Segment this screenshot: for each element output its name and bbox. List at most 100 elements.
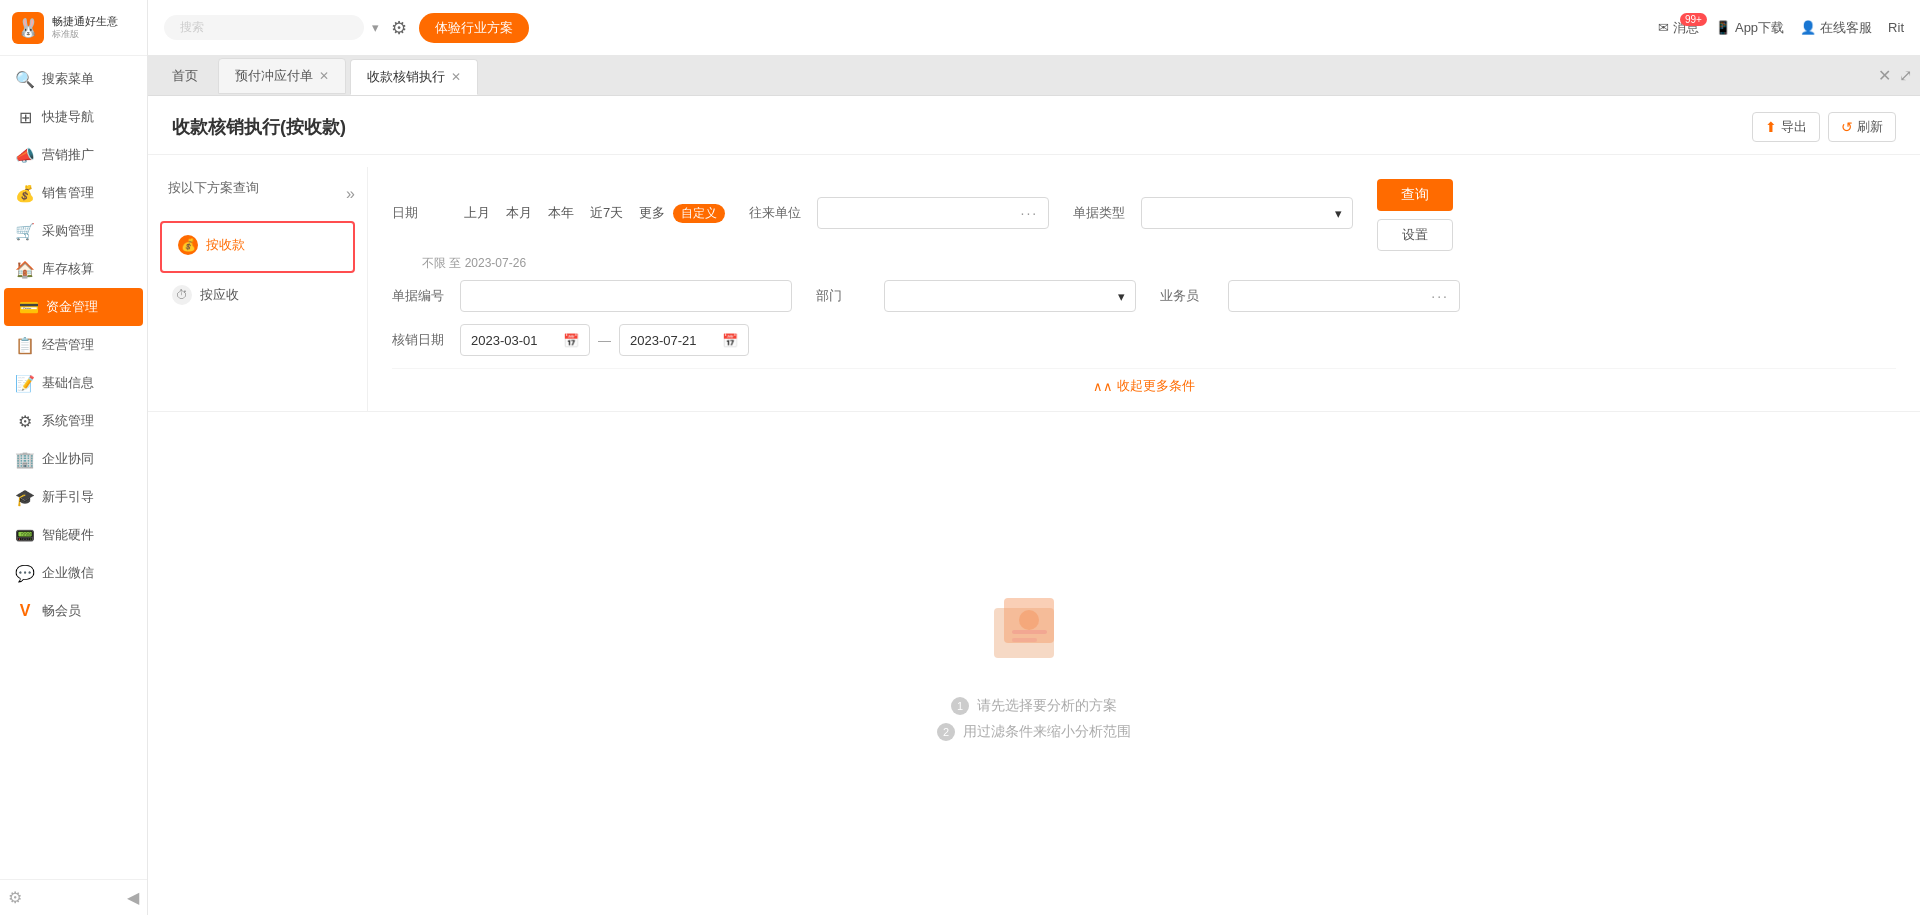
sidebar-label-member: 畅会员 (42, 602, 81, 620)
last-7days-btn[interactable]: 近7天 (590, 204, 623, 222)
dept-select[interactable]: ▾ (884, 280, 1136, 312)
industry-btn[interactable]: 体验行业方案 (419, 13, 529, 43)
this-month-btn[interactable]: 本月 (506, 204, 532, 222)
close-tab-icon[interactable]: ✕ (1878, 66, 1891, 85)
sidebar-item-inventory[interactable]: 🏠 库存核算 (0, 250, 147, 288)
topbar-message[interactable]: ✉ 消息 99+ (1658, 19, 1699, 37)
refresh-button[interactable]: ↺ 刷新 (1828, 112, 1896, 142)
export-icon: ⬆ (1765, 119, 1777, 135)
tab-prepay[interactable]: 预付冲应付单 ✕ (218, 58, 346, 94)
enterprise-icon: 🏢 (16, 450, 34, 468)
topbar-service[interactable]: 👤 在线客服 (1800, 19, 1872, 37)
search-box[interactable]: 搜索 (164, 15, 364, 40)
sidebar-item-system[interactable]: ⚙ 系统管理 (0, 402, 147, 440)
staff-dots[interactable]: ··· (1431, 288, 1449, 304)
tab-prepay-close-icon[interactable]: ✕ (319, 69, 329, 83)
sidebar-logo: 🐰 畅捷通好生意 标准版 (0, 0, 147, 56)
refresh-icon: ↺ (1841, 119, 1853, 135)
writeoff-date-item: 核销日期 2023-03-01 📅 — 2023-07-21 📅 (392, 324, 749, 356)
writeoff-date-end[interactable]: 2023-07-21 📅 (619, 324, 749, 356)
writeoff-end-value: 2023-07-21 (630, 333, 697, 348)
sidebar-item-management[interactable]: 📋 经营管理 (0, 326, 147, 364)
partner-dots[interactable]: ··· (1021, 205, 1039, 221)
sidebar-item-marketing[interactable]: 📣 营销推广 (0, 136, 147, 174)
sidebar-item-finance[interactable]: 💳 资金管理 (4, 288, 143, 326)
settings-button[interactable]: 设置 (1377, 219, 1453, 251)
topbar-username: Rit (1888, 20, 1904, 35)
collapse-icon: ∧∧ (1093, 379, 1113, 394)
docno-form-item: 单据编号 (392, 280, 792, 312)
svg-rect-3 (1012, 630, 1047, 634)
partner-label: 往来单位 (749, 204, 809, 222)
sidebar-label-system: 系统管理 (42, 412, 94, 430)
doctype-select[interactable]: ▾ (1141, 197, 1353, 229)
filter-option-receipt[interactable]: 💰 按收款 (166, 227, 349, 263)
staff-input[interactable]: ··· (1228, 280, 1460, 312)
filter-option-receivable[interactable]: ⏱ 按应收 (160, 277, 355, 313)
export-button[interactable]: ⬆ 导出 (1752, 112, 1820, 142)
partner-input[interactable]: ··· (817, 197, 1049, 229)
sidebar-nav: 🔍 搜索菜单 ⊞ 快捷导航 📣 营销推广 💰 销售管理 🛒 采购管理 🏠 库存核… (0, 56, 147, 879)
topbar-app-download[interactable]: 📱 App下载 (1715, 19, 1784, 37)
basics-icon: 📝 (16, 374, 34, 392)
more-date-btn[interactable]: 更多 (639, 204, 665, 222)
settings-bottom-icon[interactable]: ⚙ (8, 888, 22, 907)
sidebar-item-hardware[interactable]: 📟 智能硬件 (0, 516, 147, 554)
docno-input[interactable] (460, 280, 792, 312)
sidebar-item-wechat[interactable]: 💬 企业微信 (0, 554, 147, 592)
svg-rect-4 (1012, 638, 1037, 642)
tab-receipt-close-icon[interactable]: ✕ (451, 70, 461, 84)
app-badge: 标准版 (52, 28, 118, 41)
doctype-chevron: ▾ (1335, 206, 1342, 221)
sidebar: 🐰 畅捷通好生意 标准版 🔍 搜索菜单 ⊞ 快捷导航 📣 营销推广 💰 销售管理… (0, 0, 148, 915)
member-icon: V (16, 602, 34, 620)
sales-icon: 💰 (16, 184, 34, 202)
filter-box: 💰 按收款 (160, 221, 355, 273)
purchase-icon: 🛒 (16, 222, 34, 240)
sidebar-label-search: 搜索菜单 (42, 70, 94, 88)
tabbar: 首页 预付冲应付单 ✕ 收款核销执行 ✕ ✕ ⤢ (148, 56, 1920, 96)
message-badge: 99+ (1680, 13, 1707, 26)
writeoff-end-calendar-icon: 📅 (722, 333, 738, 348)
filter-collapse-icon[interactable]: » (346, 185, 355, 203)
writeoff-date-start[interactable]: 2023-03-01 📅 (460, 324, 590, 356)
content-area: 收款核销执行(按收款) ⬆ 导出 ↺ 刷新 按以下方案查询 » (148, 96, 1920, 915)
sidebar-item-quicknav[interactable]: ⊞ 快捷导航 (0, 98, 147, 136)
sidebar-label-quicknav: 快捷导航 (42, 108, 94, 126)
form-row-3: 核销日期 2023-03-01 📅 — 2023-07-21 📅 (392, 324, 1896, 356)
dept-label: 部门 (816, 287, 876, 305)
sidebar-item-basics[interactable]: 📝 基础信息 (0, 364, 147, 402)
tab-home[interactable]: 首页 (156, 58, 214, 94)
collapse-sidebar-icon[interactable]: ◀ (127, 888, 139, 907)
app-label: App下载 (1735, 19, 1784, 37)
sidebar-item-sales[interactable]: 💰 销售管理 (0, 174, 147, 212)
custom-badge[interactable]: 自定义 (673, 204, 725, 223)
date-hint: 不限 至 2023-07-26 (422, 256, 526, 270)
this-year-btn[interactable]: 本年 (548, 204, 574, 222)
app-icon: 📱 (1715, 20, 1731, 35)
sidebar-item-search[interactable]: 🔍 搜索菜单 (0, 60, 147, 98)
expand-tab-icon[interactable]: ⤢ (1899, 66, 1912, 85)
management-icon: 📋 (16, 336, 34, 354)
collapse-more-btn[interactable]: ∧∧ 收起更多条件 (392, 368, 1896, 403)
filter-area: 按以下方案查询 » 💰 按收款 ⏱ 按应收 (148, 155, 1920, 411)
writeoff-date-range: 2023-03-01 📅 — 2023-07-21 📅 (460, 324, 749, 356)
guide-icon: 🎓 (16, 488, 34, 506)
query-button[interactable]: 查询 (1377, 179, 1453, 211)
last-month-btn[interactable]: 上月 (464, 204, 490, 222)
search-dropdown-icon[interactable]: ▾ (372, 20, 379, 35)
tab-receipt-writeoff[interactable]: 收款核销执行 ✕ (350, 59, 478, 95)
tabbar-controls: ✕ ⤢ (1878, 66, 1912, 85)
topbar-right: ✉ 消息 99+ 📱 App下载 👤 在线客服 Rit (1658, 19, 1904, 37)
sidebar-item-member[interactable]: V 畅会员 (0, 592, 147, 630)
sidebar-label-marketing: 营销推广 (42, 146, 94, 164)
topbar-search-area: 搜索 ▾ ⚙ 体验行业方案 (164, 13, 1658, 43)
sidebar-item-guide[interactable]: 🎓 新手引导 (0, 478, 147, 516)
empty-tip-1: 1 请先选择要分析的方案 (951, 697, 1117, 715)
topbar-gear-icon[interactable]: ⚙ (391, 17, 407, 39)
form-row-1: 日期 上月 本月 本年 近7天 更多 自定义 (392, 175, 1896, 251)
staff-form-item: 业务员 ··· (1160, 280, 1460, 312)
sidebar-item-purchase[interactable]: 🛒 采购管理 (0, 212, 147, 250)
sidebar-item-enterprise[interactable]: 🏢 企业协同 (0, 440, 147, 478)
form-buttons: 查询 设置 (1377, 179, 1453, 251)
